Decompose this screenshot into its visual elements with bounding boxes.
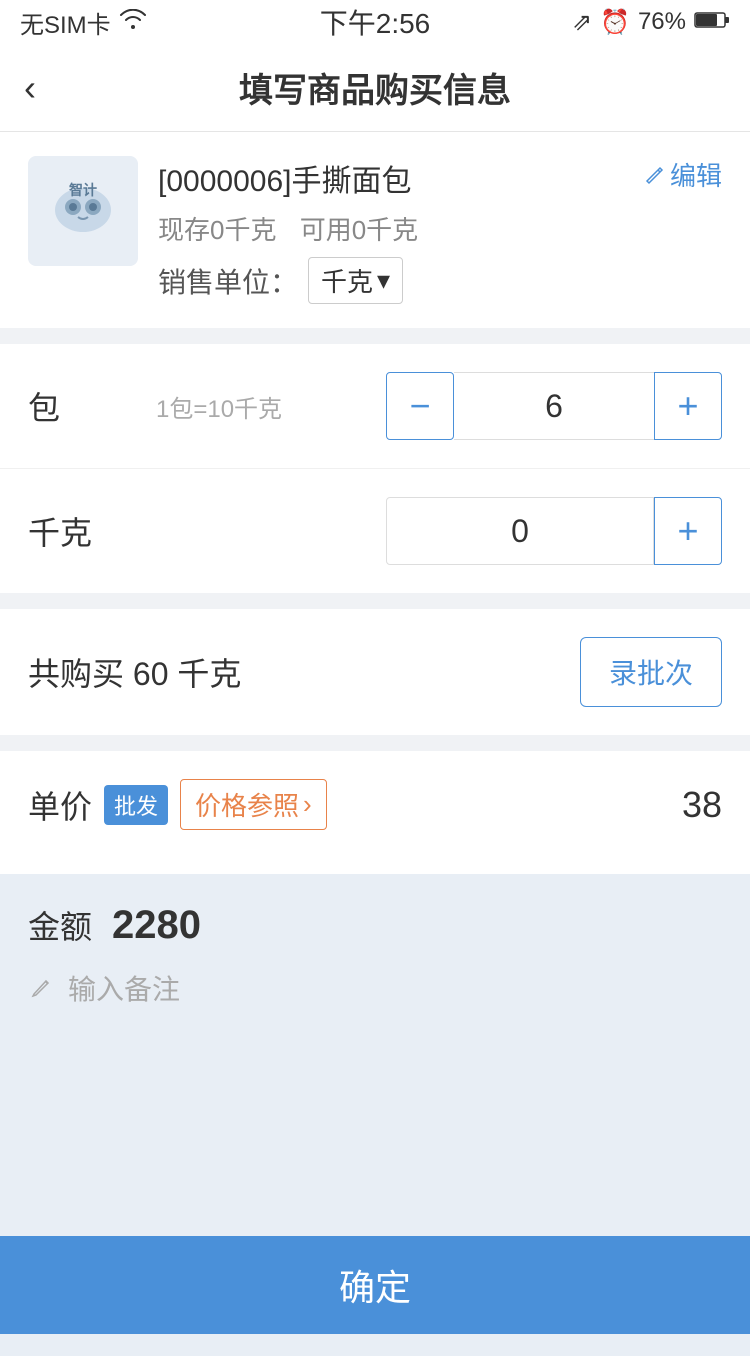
product-card: 智计 [0000006]手撕面包 编辑 现存0千克 可用0千克 销售单位： 千克… bbox=[0, 132, 750, 328]
quantity-section: 包 1包=10千克 − + 千克 + bbox=[0, 344, 750, 593]
qty-label-bao: 包 bbox=[28, 383, 148, 429]
product-info: [0000006]手撕面包 编辑 现存0千克 可用0千克 销售单位： 千克 ▾ bbox=[158, 156, 722, 304]
qty-increment-kg[interactable]: + bbox=[654, 497, 722, 565]
nav-bar: ‹ 填写商品购买信息 bbox=[0, 44, 750, 132]
product-unit-row: 销售单位： 千克 ▾ bbox=[158, 257, 722, 304]
quantity-row-bao: 包 1包=10千克 − + bbox=[0, 344, 750, 469]
qty-hint-bao: 1包=10千克 bbox=[156, 389, 386, 424]
pencil-icon bbox=[28, 974, 56, 1002]
remark-row[interactable]: 输入备注 bbox=[28, 968, 722, 1036]
location-icon: ⇗ bbox=[572, 8, 592, 37]
price-ref-label: 价格参照 bbox=[195, 786, 299, 823]
qty-input-kg[interactable] bbox=[386, 497, 654, 565]
qty-input-bao[interactable] bbox=[454, 372, 654, 440]
dropdown-icon: ▾ bbox=[377, 265, 390, 296]
price-value: 38 bbox=[682, 784, 722, 826]
qty-controls-kg: + bbox=[386, 497, 722, 565]
confirm-button[interactable]: 确定 bbox=[0, 1236, 750, 1334]
qty-controls-bao: − + bbox=[386, 372, 722, 440]
price-section: 单价 批发 价格参照 › 38 bbox=[0, 751, 750, 874]
battery-icon bbox=[694, 8, 730, 36]
remark-label: 输入备注 bbox=[68, 968, 180, 1008]
product-logo: 智计 bbox=[48, 175, 118, 247]
amount-value: 2280 bbox=[112, 903, 201, 948]
price-label: 单价 bbox=[28, 782, 92, 828]
wifi-icon bbox=[119, 8, 147, 36]
summary-text: 共购买 60 千克 bbox=[28, 649, 241, 695]
status-bar: 无SIM卡 下午2:56 ⇗ ⏰ 76% bbox=[0, 0, 750, 44]
stock-label: 现存0千克 bbox=[158, 215, 276, 245]
amount-section: 金额 2280 输入备注 bbox=[0, 874, 750, 1036]
quantity-row-kg: 千克 + bbox=[0, 469, 750, 593]
summary-row: 共购买 60 千克 录批次 bbox=[0, 609, 750, 735]
amount-row: 金额 2280 bbox=[28, 902, 722, 948]
status-left: 无SIM卡 bbox=[20, 5, 147, 40]
product-stock: 现存0千克 可用0千克 bbox=[158, 210, 722, 247]
price-ref-button[interactable]: 价格参照 › bbox=[180, 779, 327, 830]
product-name: [0000006]手撕面包 bbox=[158, 156, 411, 200]
price-row: 单价 批发 价格参照 › 38 bbox=[28, 779, 722, 830]
page-title: 填写商品购买信息 bbox=[239, 63, 511, 112]
price-left: 单价 批发 价格参照 › bbox=[28, 779, 327, 830]
battery-label: 76% bbox=[638, 8, 686, 36]
price-ref-arrow: › bbox=[303, 789, 312, 820]
status-time: 下午2:56 bbox=[320, 2, 431, 42]
edit-label: 编辑 bbox=[670, 156, 722, 193]
batch-button[interactable]: 录批次 bbox=[580, 637, 722, 707]
carrier-label: 无SIM卡 bbox=[20, 5, 111, 40]
qty-decrement-bao[interactable]: − bbox=[386, 372, 454, 440]
unit-selector[interactable]: 千克 ▾ bbox=[308, 257, 403, 304]
svg-text:智计: 智计 bbox=[68, 182, 97, 198]
status-right: ⇗ ⏰ 76% bbox=[572, 8, 730, 37]
edit-button[interactable]: 编辑 bbox=[644, 156, 722, 193]
qty-label-kg: 千克 bbox=[28, 508, 148, 554]
back-button[interactable]: ‹ bbox=[24, 67, 36, 109]
available-label: 可用0千克 bbox=[300, 215, 418, 245]
product-image: 智计 bbox=[28, 156, 138, 266]
qty-increment-bao[interactable]: + bbox=[654, 372, 722, 440]
alarm-icon: ⏰ bbox=[600, 8, 630, 37]
price-tag: 批发 bbox=[104, 785, 168, 825]
product-header: [0000006]手撕面包 编辑 bbox=[158, 156, 722, 210]
unit-label: 销售单位： bbox=[158, 261, 298, 301]
unit-value: 千克 bbox=[321, 262, 373, 299]
amount-label: 金额 bbox=[28, 902, 92, 948]
